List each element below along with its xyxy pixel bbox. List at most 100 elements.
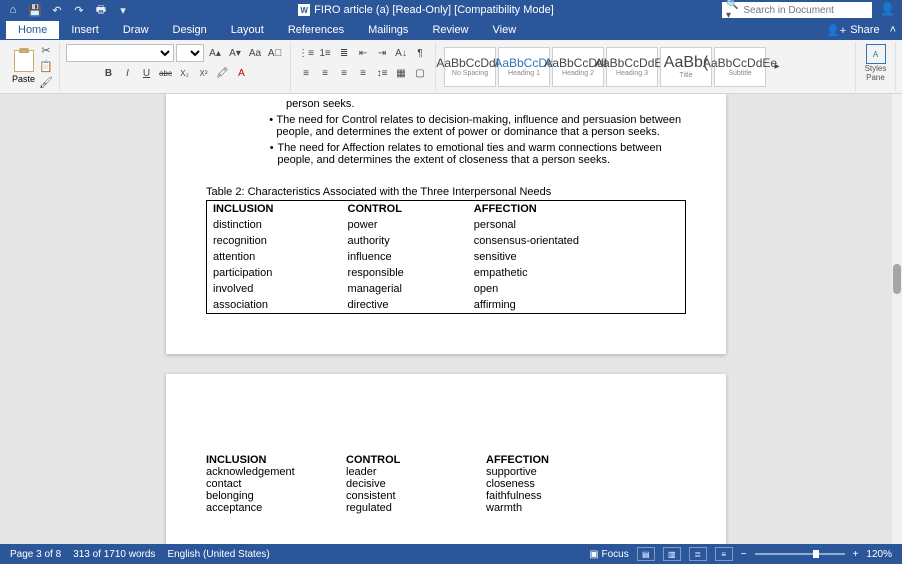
outline-view-icon[interactable]: ≣ [689,547,707,561]
table-row: involvedmanagerialopen [207,281,686,297]
print-icon[interactable]: 🖶 [94,3,108,17]
show-marks-icon[interactable]: ¶ [411,44,429,62]
status-page[interactable]: Page 3 of 8 [10,549,61,560]
borders-icon[interactable]: ▢ [411,64,429,82]
highlight-icon[interactable]: 🖍 [214,64,232,82]
line-spacing-icon[interactable]: ↕≡ [373,64,391,82]
table-row: associationdirectiveaffirming [207,297,686,314]
undo-icon[interactable]: ↶ [50,3,64,17]
numbering-icon[interactable]: 1≡ [316,44,334,62]
document-canvas[interactable]: person seeks. •The need for Control rela… [0,94,892,544]
multilevel-icon[interactable]: ≣ [335,44,353,62]
characteristics-table: INCLUSION CONTROL AFFECTION distinctionp… [206,200,686,314]
status-words[interactable]: 313 of 1710 words [73,549,155,560]
save-icon[interactable]: 💾 [28,3,42,17]
share-icon: 👤+ [826,24,846,37]
draft-view-icon[interactable]: ≡ [715,547,733,561]
change-case-icon[interactable]: Aa [246,44,264,62]
zoom-slider[interactable] [755,553,845,555]
copy-icon[interactable]: 📋 [39,60,53,74]
styles-scroll-icon[interactable]: ▸ [768,58,786,76]
outdent-icon[interactable]: ⇤ [354,44,372,62]
body-text: The need for Affection relates to emotio… [277,142,686,166]
document-page: person seeks. •The need for Control rela… [166,94,726,354]
style-heading-3[interactable]: AaBbCcDdEeHeading 3 [606,47,658,87]
strike-button[interactable]: abc [157,64,175,82]
zoom-out-button[interactable]: − [741,549,747,560]
zoom-level[interactable]: 120% [866,549,892,560]
body-text: person seeks. [286,98,354,110]
table-row: contactdecisivecloseness [206,478,686,490]
table-row: belongingconsistentfaithfulness [206,490,686,502]
superscript-button[interactable]: X² [195,64,213,82]
table-row: attentioninfluencesensitive [207,249,686,265]
search-icon: 🔍▾ [726,0,741,21]
paste-label: Paste [12,74,35,84]
body-text: The need for Control relates to decision… [276,114,686,138]
cut-icon[interactable]: ✂ [39,44,53,58]
align-left-icon[interactable]: ≡ [297,64,315,82]
focus-mode-label[interactable]: ▣ Focus [589,549,628,560]
tab-mailings[interactable]: Mailings [356,21,420,39]
clipboard-icon [14,50,34,72]
scroll-thumb[interactable] [893,264,901,294]
shading-icon[interactable]: ▦ [392,64,410,82]
styles-pane-button[interactable]: A Styles Pane [856,42,896,91]
clear-format-icon[interactable]: A⃠ [266,44,284,62]
ribbon-collapse-icon[interactable]: ˄ [890,24,896,36]
table-row: distinctionpowerpersonal [207,217,686,233]
document-title: FIRO article (a) [Read-Only] [Compatibil… [314,4,554,16]
search-input[interactable] [743,5,868,16]
tab-view[interactable]: View [481,21,529,39]
paste-button[interactable]: Paste [12,50,35,84]
share-button[interactable]: Share [850,24,879,36]
tab-layout[interactable]: Layout [219,21,276,39]
style-heading-1[interactable]: AaBbCcDdHeading 1 [498,47,550,87]
style-subtitle[interactable]: AaBbCcDdEeSubtitle [714,47,766,87]
align-center-icon[interactable]: ≡ [316,64,334,82]
ribbon-ai-icon[interactable]: 👤 [880,2,896,18]
tab-insert[interactable]: Insert [59,21,111,39]
align-right-icon[interactable]: ≡ [335,64,353,82]
redo-icon[interactable]: ↷ [72,3,86,17]
indent-icon[interactable]: ⇥ [373,44,391,62]
table-header-row: INCLUSION CONTROL AFFECTION [207,201,686,218]
word-icon: W [298,4,310,16]
font-color-icon[interactable]: A [233,64,251,82]
bullets-icon[interactable]: ⋮≡ [297,44,315,62]
grow-font-icon[interactable]: A▴ [206,44,224,62]
shrink-font-icon[interactable]: A▾ [226,44,244,62]
table-header-row: INCLUSION CONTROL AFFECTION [206,454,686,466]
font-size-combo[interactable] [176,44,204,62]
zoom-in-button[interactable]: + [853,549,859,560]
justify-icon[interactable]: ≡ [354,64,372,82]
qat-more-icon[interactable]: ▾ [116,3,130,17]
home-icon[interactable]: ⌂ [6,3,20,17]
format-painter-icon[interactable]: 🖌 [39,76,53,90]
table-row: acknowledgementleadersupportive [206,466,686,478]
style-no-spacing[interactable]: AaBbCcDdENo Spacing [444,47,496,87]
status-language[interactable]: English (United States) [167,549,269,560]
tab-references[interactable]: References [276,21,356,39]
underline-button[interactable]: U [138,64,156,82]
tab-home[interactable]: Home [6,21,59,39]
font-family-combo[interactable] [66,44,174,62]
document-page: INCLUSION CONTROL AFFECTION acknowledgem… [166,374,726,544]
print-layout-view-icon[interactable]: ▤ [637,547,655,561]
tab-review[interactable]: Review [420,21,480,39]
table-row: recognitionauthorityconsensus-orientated [207,233,686,249]
styles-pane-icon: A [866,44,886,64]
table-row: participationresponsibleempathetic [207,265,686,281]
italic-button[interactable]: I [119,64,137,82]
subscript-button[interactable]: X₂ [176,64,194,82]
web-layout-view-icon[interactable]: ▥ [663,547,681,561]
zoom-slider-thumb[interactable] [813,550,819,558]
table-row: acceptanceregulatedwarmth [206,502,686,514]
tab-design[interactable]: Design [161,21,219,39]
bold-button[interactable]: B [100,64,118,82]
vertical-scrollbar[interactable] [892,94,902,544]
tab-draw[interactable]: Draw [111,21,161,39]
search-box[interactable]: 🔍▾ [722,2,872,18]
table-caption: Table 2: Characteristics Associated with… [206,186,686,198]
sort-icon[interactable]: A↓ [392,44,410,62]
